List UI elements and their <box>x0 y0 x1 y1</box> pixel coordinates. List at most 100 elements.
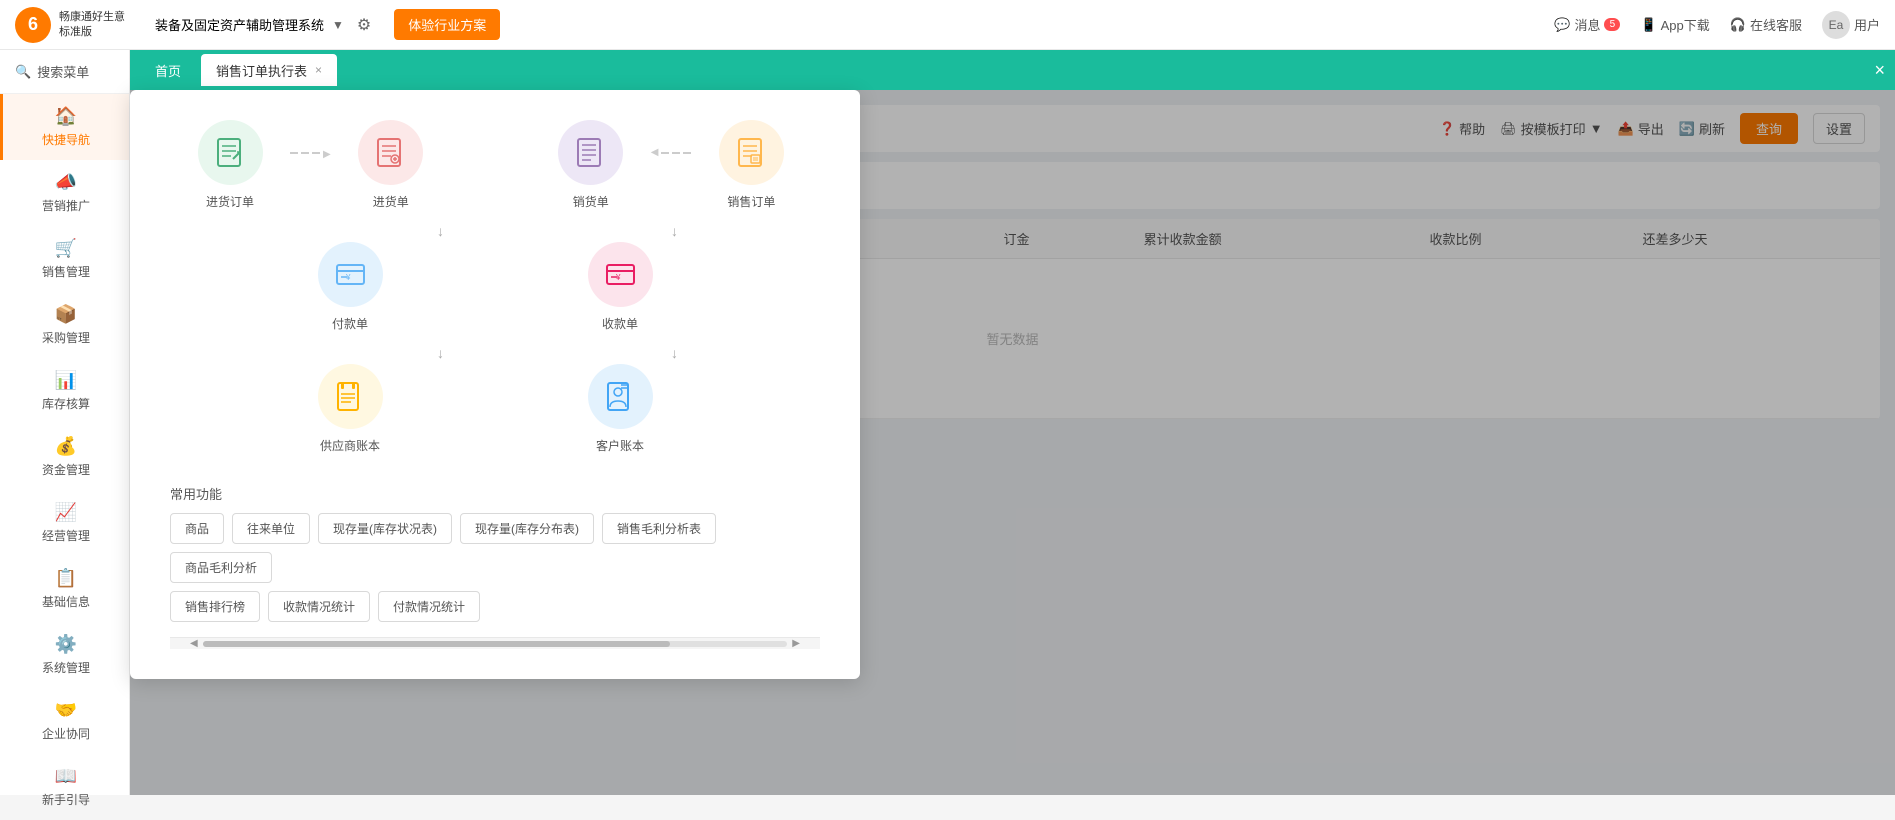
supplier-account-label: 供应商账本 <box>320 437 380 454</box>
flow-row-3: 供应商账本 <box>170 364 820 454</box>
user-item[interactable]: Ea 用户 <box>1822 11 1880 39</box>
supplier-account-icon <box>333 379 368 414</box>
flow-item-payment-bill[interactable]: ¥ 付款单 <box>290 242 410 332</box>
tab-close-all[interactable]: × <box>1874 60 1885 81</box>
phone-icon: 📱 <box>1640 17 1656 33</box>
sidebar-label-purchase: 采购管理 <box>42 329 90 346</box>
sidebar-item-marketing[interactable]: 📣 营销推广 <box>0 160 129 226</box>
sales-order-label: 销售订单 <box>727 193 775 210</box>
func-btn-contacts[interactable]: 往来单位 <box>232 513 310 544</box>
tab-home[interactable]: 首页 <box>140 50 196 90</box>
sidebar-item-inventory[interactable]: 📊 库存核算 <box>0 358 129 424</box>
sidebar-label-business: 经营管理 <box>42 527 90 544</box>
receipt-bill-label: 收款单 <box>602 315 638 332</box>
sidebar-label-quick-nav: 快捷导航 <box>42 131 90 148</box>
home-icon: 🏠 <box>55 106 77 127</box>
arrow-sb-down: ↓ <box>671 220 678 242</box>
sidebar-item-sales[interactable]: 🛒 销售管理 <box>0 226 129 292</box>
payment-bill-label: 付款单 <box>332 315 368 332</box>
func-btn-goods-profit[interactable]: 商品毛利分析 <box>170 552 272 583</box>
scroll-left-btn[interactable]: ◀ <box>190 638 198 649</box>
message-label: 消息 <box>1574 15 1600 34</box>
payment-bill-icon: ¥ <box>333 257 368 292</box>
search-menu[interactable]: 🔍 搜索菜单 <box>0 50 129 94</box>
app-download-item[interactable]: 📱 App下载 <box>1640 15 1709 34</box>
flow-row-1: 进货订单 <box>170 120 820 210</box>
user-label: 用户 <box>1854 15 1880 34</box>
sidebar-label-newbie: 新手引导 <box>42 791 90 808</box>
flow-item-receipt-bill[interactable]: ¥ 收款单 <box>560 242 680 332</box>
func-btn-receipt-stats[interactable]: 收款情况统计 <box>268 591 370 622</box>
sidebar-item-basic[interactable]: 📋 基础信息 <box>0 556 129 622</box>
func-btn-sales-profit[interactable]: 销售毛利分析表 <box>602 513 716 544</box>
sales-bill-circle <box>558 120 623 185</box>
logo-icon: 6 <box>15 7 51 43</box>
arrow-pay-down: ↓ <box>437 342 444 364</box>
inventory-icon: 📊 <box>55 370 77 391</box>
sales-order-circle <box>719 120 784 185</box>
scroll-right-btn[interactable]: ▶ <box>792 638 800 649</box>
sidebar-label-system: 系统管理 <box>42 659 90 676</box>
experience-btn[interactable]: 体验行业方案 <box>394 9 500 40</box>
func-btn-stock-dist[interactable]: 现存量(库存分布表) <box>460 513 594 544</box>
avatar: Ea <box>1822 11 1850 39</box>
customer-account-icon <box>603 379 638 414</box>
flow-item-supplier-account[interactable]: 供应商账本 <box>290 364 410 454</box>
main-layout: 🔍 搜索菜单 🏠 快捷导航 📣 营销推广 🛒 销售管理 📦 采购管理 📊 库存核… <box>0 50 1895 795</box>
scrollbar-track[interactable] <box>203 641 788 647</box>
func-btn-stock-status[interactable]: 现存量(库存状况表) <box>318 513 452 544</box>
tab-sales-order-label: 销售订单执行表 <box>216 61 307 80</box>
common-functions-title: 常用功能 <box>170 484 820 503</box>
basic-icon: 📋 <box>55 568 77 589</box>
receipt-bill-icon: ¥ <box>603 257 638 292</box>
content-area: 首页 销售订单执行表 × × ❓ 帮助 🖨 按模板打印 ▼ <box>130 50 1895 795</box>
flow-item-customer-account[interactable]: 客户账本 <box>560 364 680 454</box>
system-icon: ⚙️ <box>55 634 77 655</box>
flow-row-2: ¥ 付款单 <box>170 242 820 332</box>
message-badge: 5 <box>1604 18 1620 31</box>
sidebar-item-quick-nav[interactable]: 🏠 快捷导航 <box>0 94 129 160</box>
online-service-label: 在线客服 <box>1750 15 1802 34</box>
marketing-icon: 📣 <box>55 172 77 193</box>
customer-account-circle <box>588 364 653 429</box>
newbie-icon: 📖 <box>55 766 77 787</box>
func-btn-payment-stats[interactable]: 付款情况统计 <box>378 591 480 622</box>
sidebar-item-business[interactable]: 📈 经营管理 <box>0 490 129 556</box>
arrow-po-to-pb <box>290 145 331 185</box>
sidebar-label-basic: 基础信息 <box>42 593 90 610</box>
sidebar-item-finance[interactable]: 💰 资金管理 <box>0 424 129 490</box>
sales-bill-label: 销货单 <box>573 193 609 210</box>
message-item[interactable]: 💬 消息 5 <box>1554 15 1620 34</box>
sidebar-label-sales: 销售管理 <box>42 263 90 280</box>
sidebar-label-finance: 资金管理 <box>42 461 90 478</box>
online-service-item[interactable]: 🎧 在线客服 <box>1730 15 1802 34</box>
modal-scrollbar: ◀ ▶ <box>170 637 820 649</box>
sidebar: 🔍 搜索菜单 🏠 快捷导航 📣 营销推广 🛒 销售管理 📦 采购管理 📊 库存核… <box>0 50 130 795</box>
purchase-order-icon <box>213 135 248 170</box>
flow-item-sales-bill[interactable]: 销货单 <box>531 120 651 210</box>
flow-diagram: 进货订单 <box>170 120 820 464</box>
purchase-order-label: 进货订单 <box>206 193 254 210</box>
common-functions: 常用功能 商品 往来单位 现存量(库存状况表) 现存量(库存分布表) 销售毛利分… <box>170 484 820 622</box>
sidebar-item-newbie[interactable]: 📖 新手引导 <box>0 754 129 820</box>
business-icon: 📈 <box>55 502 77 523</box>
sidebar-label-inventory: 库存核算 <box>42 395 90 412</box>
logo-text: 畅康通好生意 标准版 <box>59 10 125 39</box>
func-btn-goods[interactable]: 商品 <box>170 513 224 544</box>
system-dropdown-btn[interactable]: ▼ <box>332 18 344 32</box>
tab-sales-order[interactable]: 销售订单执行表 × <box>201 54 337 86</box>
app-download-label: App下载 <box>1661 15 1710 34</box>
flow-item-purchase-bill[interactable]: 进货单 <box>331 120 451 210</box>
flow-item-purchase-order[interactable]: 进货订单 <box>170 120 290 210</box>
sidebar-item-system[interactable]: ⚙️ 系统管理 <box>0 622 129 688</box>
supplier-account-circle <box>318 364 383 429</box>
sidebar-item-purchase[interactable]: 📦 采购管理 <box>0 292 129 358</box>
sidebar-item-enterprise[interactable]: 🤝 企业协同 <box>0 688 129 754</box>
tab-close-btn[interactable]: × <box>315 63 322 77</box>
customer-account-label: 客户账本 <box>596 437 644 454</box>
system-settings-btn[interactable]: ⚙ <box>357 15 371 35</box>
page-content: ❓ 帮助 🖨 按模板打印 ▼ 📤 导出 🔄 刷新 查询 设置 <box>130 90 1895 795</box>
flow-item-sales-order[interactable]: 销售订单 <box>691 120 811 210</box>
purchase-bill-label: 进货单 <box>373 193 409 210</box>
func-btn-sales-rank[interactable]: 销售排行榜 <box>170 591 260 622</box>
